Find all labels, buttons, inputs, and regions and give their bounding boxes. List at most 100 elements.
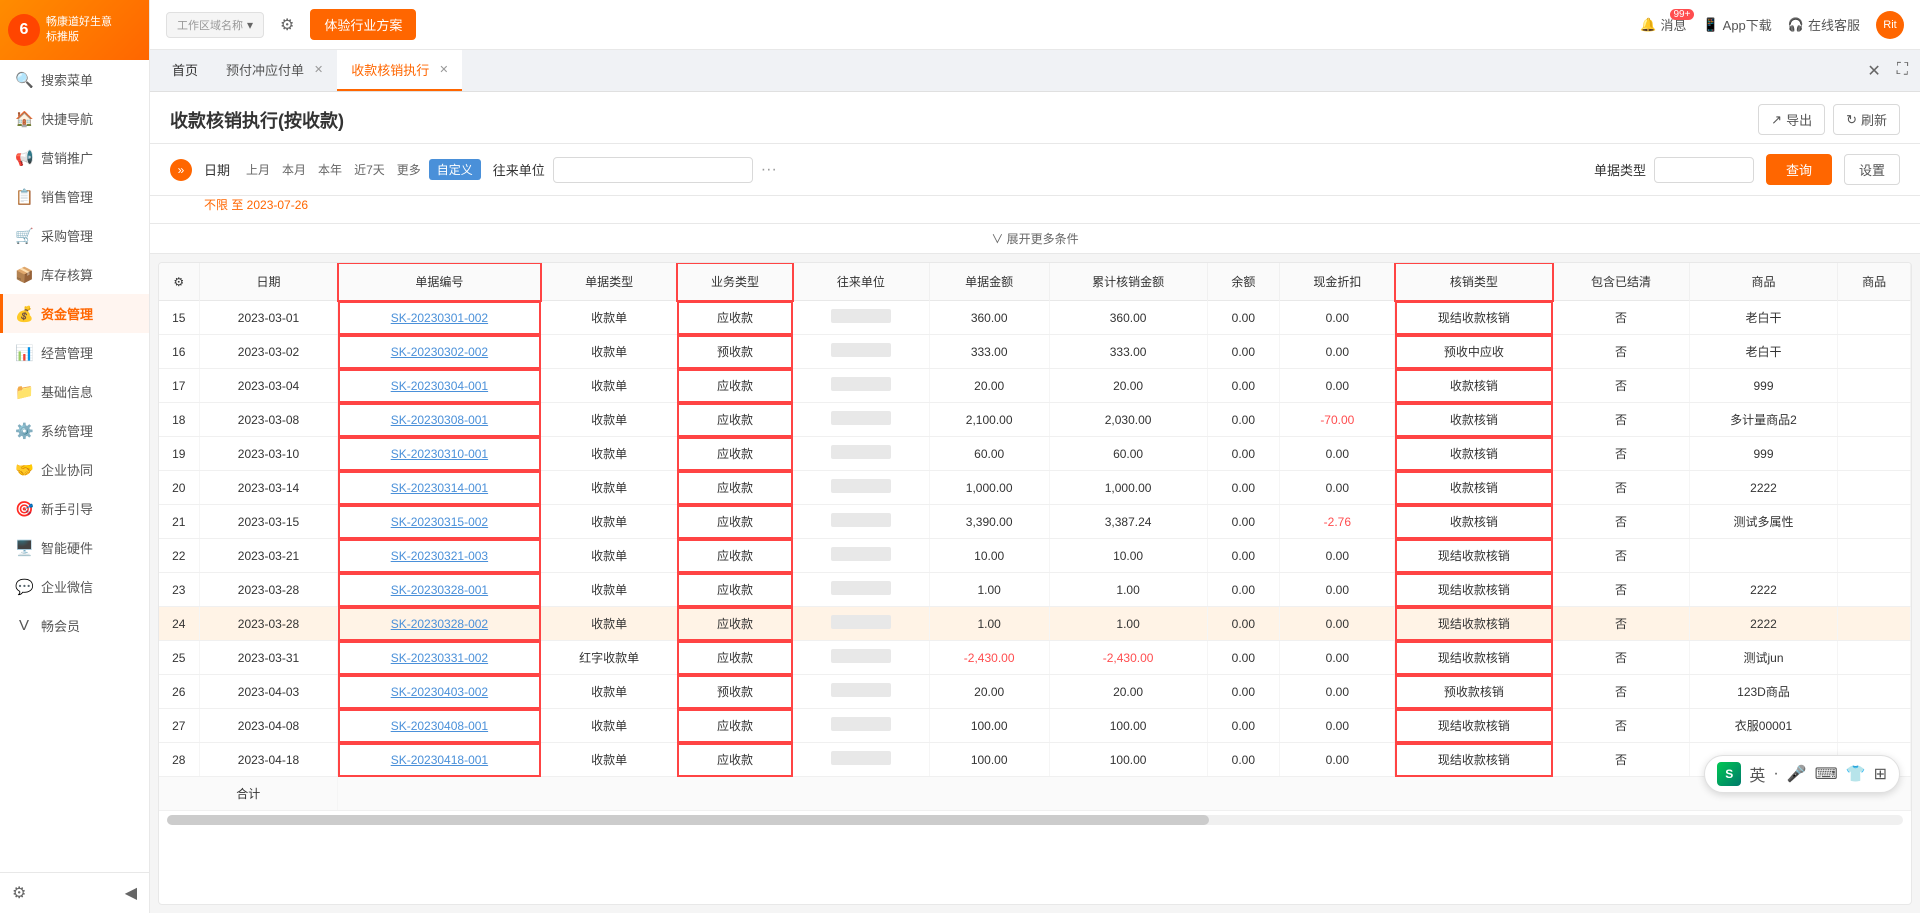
tab-receipt-writeoff[interactable]: 收款核销执行 ✕ bbox=[337, 50, 462, 91]
cell-goods2 bbox=[1838, 505, 1911, 539]
close-window-icon[interactable]: ✕ bbox=[1863, 61, 1884, 81]
cell-biz-type: 应收款 bbox=[677, 369, 792, 403]
sidebar-item-purchase[interactable]: 🛒采购管理 bbox=[0, 216, 149, 255]
cell-doc-no: SK-20230403-002 bbox=[338, 675, 541, 709]
cell-date: 2023-03-31 bbox=[199, 641, 338, 675]
partner-input[interactable] bbox=[553, 157, 753, 183]
float-keyboard-icon[interactable]: ⌨ bbox=[1815, 764, 1838, 784]
custom-date-button[interactable]: 自定义 bbox=[429, 159, 481, 180]
doc-no-link[interactable]: SK-20230302-002 bbox=[391, 345, 488, 359]
float-mic-icon[interactable]: 🎤 bbox=[1787, 764, 1807, 784]
doc-no-link[interactable]: SK-20230321-003 bbox=[391, 549, 488, 563]
doc-no-link[interactable]: SK-20230301-002 bbox=[391, 311, 488, 325]
cell-doc-no: SK-20230418-001 bbox=[338, 743, 541, 777]
cell-doc-type: 收款单 bbox=[541, 743, 678, 777]
query-button[interactable]: 查询 bbox=[1766, 154, 1832, 185]
doc-no-link[interactable]: SK-20230403-002 bbox=[391, 685, 488, 699]
sidebar-nav: 🔍搜索菜单🏠快捷导航📢营销推广📋销售管理🛒采购管理📦库存核算💰资金管理📊经营管理… bbox=[0, 60, 149, 872]
doc-no-link[interactable]: SK-20230310-001 bbox=[391, 447, 488, 461]
gear-icon[interactable]: ⚙ bbox=[280, 15, 294, 35]
export-button[interactable]: ↗ 导出 bbox=[1758, 104, 1825, 135]
cell-writeoff-type: 收款核销 bbox=[1395, 471, 1553, 505]
cell-balance: 0.00 bbox=[1207, 573, 1280, 607]
close-prepay-tab-icon[interactable]: ✕ bbox=[314, 63, 323, 76]
tab-prepay-invoice[interactable]: 预付冲应付单 ✕ bbox=[212, 50, 337, 91]
sidebar-item-marketing[interactable]: 📢营销推广 bbox=[0, 138, 149, 177]
doc-no-link[interactable]: SK-20230331-002 bbox=[391, 651, 488, 665]
sidebar-item-hardware[interactable]: 🖥️智能硬件 bbox=[0, 528, 149, 567]
cell-goods1: 衣服00001 bbox=[1689, 709, 1837, 743]
doc-no-link[interactable]: SK-20230315-002 bbox=[391, 515, 488, 529]
float-text-icon[interactable]: 英 bbox=[1749, 762, 1765, 786]
sidebar-item-inventory[interactable]: 📦库存核算 bbox=[0, 255, 149, 294]
sidebar-item-wechat[interactable]: 💬企业微信 bbox=[0, 567, 149, 606]
workspace-selector[interactable]: 工作区域名称 ▾ bbox=[166, 12, 264, 38]
close-receipt-tab-icon[interactable]: ✕ bbox=[439, 63, 448, 76]
cell-no: 15 bbox=[159, 301, 199, 335]
cell-settled: 否 bbox=[1553, 709, 1690, 743]
cell-no: 24 bbox=[159, 607, 199, 641]
filter-settings-button[interactable]: 设置 bbox=[1844, 154, 1900, 185]
cell-biz-type: 应收款 bbox=[677, 437, 792, 471]
this-month-link[interactable]: 本月 bbox=[278, 159, 310, 180]
table-row: 23 2023-03-28 SK-20230328-001 收款单 应收款 1.… bbox=[159, 573, 1911, 607]
user-avatar[interactable]: Rit bbox=[1876, 11, 1904, 39]
doc-no-link[interactable]: SK-20230408-001 bbox=[391, 719, 488, 733]
sidebar-item-basic[interactable]: 📁基础信息 bbox=[0, 372, 149, 411]
cell-goods1: 999 bbox=[1689, 369, 1837, 403]
doc-no-link[interactable]: SK-20230328-002 bbox=[391, 617, 488, 631]
cell-writeoff: 100.00 bbox=[1049, 709, 1207, 743]
settings-icon[interactable]: ⚙ bbox=[12, 883, 26, 903]
cell-partner bbox=[793, 573, 930, 607]
last7-link[interactable]: 近7天 bbox=[350, 159, 389, 180]
doc-no-link[interactable]: SK-20230418-001 bbox=[391, 753, 488, 767]
filter-toggle-button[interactable]: » bbox=[170, 159, 192, 181]
solution-button[interactable]: 体验行业方案 bbox=[310, 9, 416, 40]
doc-no-link[interactable]: SK-20230308-001 bbox=[391, 413, 488, 427]
doc-no-link[interactable]: SK-20230328-001 bbox=[391, 583, 488, 597]
this-year-link[interactable]: 本年 bbox=[314, 159, 346, 180]
cell-doc-type: 收款单 bbox=[541, 573, 678, 607]
cell-writeoff-type: 现结收款核销 bbox=[1395, 709, 1553, 743]
cell-biz-type: 应收款 bbox=[677, 709, 792, 743]
refresh-button[interactable]: ↻ 刷新 bbox=[1833, 104, 1900, 135]
more-options-icon[interactable]: ··· bbox=[761, 161, 777, 179]
cell-date: 2023-04-03 bbox=[199, 675, 338, 709]
sidebar-item-quick-nav[interactable]: 🏠快捷导航 bbox=[0, 99, 149, 138]
sidebar-item-guide[interactable]: 🎯新手引导 bbox=[0, 489, 149, 528]
tab-home[interactable]: 首页 bbox=[158, 50, 212, 91]
blurred-partner bbox=[831, 717, 891, 731]
online-service-link[interactable]: 🎧 在线客服 bbox=[1788, 15, 1860, 34]
cell-settled: 否 bbox=[1553, 607, 1690, 641]
cell-amount: 1,000.00 bbox=[929, 471, 1049, 505]
table-row: 17 2023-03-04 SK-20230304-001 收款单 应收款 20… bbox=[159, 369, 1911, 403]
float-grid-icon[interactable]: ⊞ bbox=[1874, 764, 1887, 784]
doc-no-link[interactable]: SK-20230304-001 bbox=[391, 379, 488, 393]
sidebar-item-member[interactable]: V畅会员 bbox=[0, 606, 149, 645]
sidebar-item-finance[interactable]: 💰资金管理 bbox=[0, 294, 149, 333]
sidebar-item-system[interactable]: ⚙️系统管理 bbox=[0, 411, 149, 450]
blurred-partner bbox=[831, 445, 891, 459]
notification-bell[interactable]: 🔔 消息 99+ bbox=[1640, 15, 1686, 34]
sidebar-item-sales[interactable]: 📋销售管理 bbox=[0, 177, 149, 216]
expand-conditions-bar[interactable]: ∨ 展开更多条件 bbox=[150, 224, 1920, 254]
more-link[interactable]: 更多 bbox=[393, 159, 425, 180]
cell-writeoff-type: 现结收款核销 bbox=[1395, 743, 1553, 777]
app-download-link[interactable]: 📱 App下载 bbox=[1702, 15, 1771, 34]
sidebar-item-operation[interactable]: 📊经营管理 bbox=[0, 333, 149, 372]
cell-goods2 bbox=[1838, 573, 1911, 607]
sidebar-label-inventory: 库存核算 bbox=[41, 265, 93, 284]
sidebar-item-search-menu[interactable]: 🔍搜索菜单 bbox=[0, 60, 149, 99]
maximize-icon[interactable]: ⛶ bbox=[1893, 61, 1912, 81]
cell-no: 27 bbox=[159, 709, 199, 743]
cell-partner bbox=[793, 403, 930, 437]
last-month-link[interactable]: 上月 bbox=[242, 159, 274, 180]
col-setting[interactable]: ⚙ bbox=[159, 263, 199, 301]
float-shirt-icon[interactable]: 👕 bbox=[1846, 764, 1866, 784]
collapse-icon[interactable]: ◀ bbox=[125, 883, 137, 903]
sidebar-item-enterprise[interactable]: 🤝企业协同 bbox=[0, 450, 149, 489]
voucher-type-select[interactable] bbox=[1654, 157, 1754, 183]
table-row: 16 2023-03-02 SK-20230302-002 收款单 预收款 33… bbox=[159, 335, 1911, 369]
doc-no-link[interactable]: SK-20230314-001 bbox=[391, 481, 488, 495]
cell-writeoff-type: 收款核销 bbox=[1395, 437, 1553, 471]
